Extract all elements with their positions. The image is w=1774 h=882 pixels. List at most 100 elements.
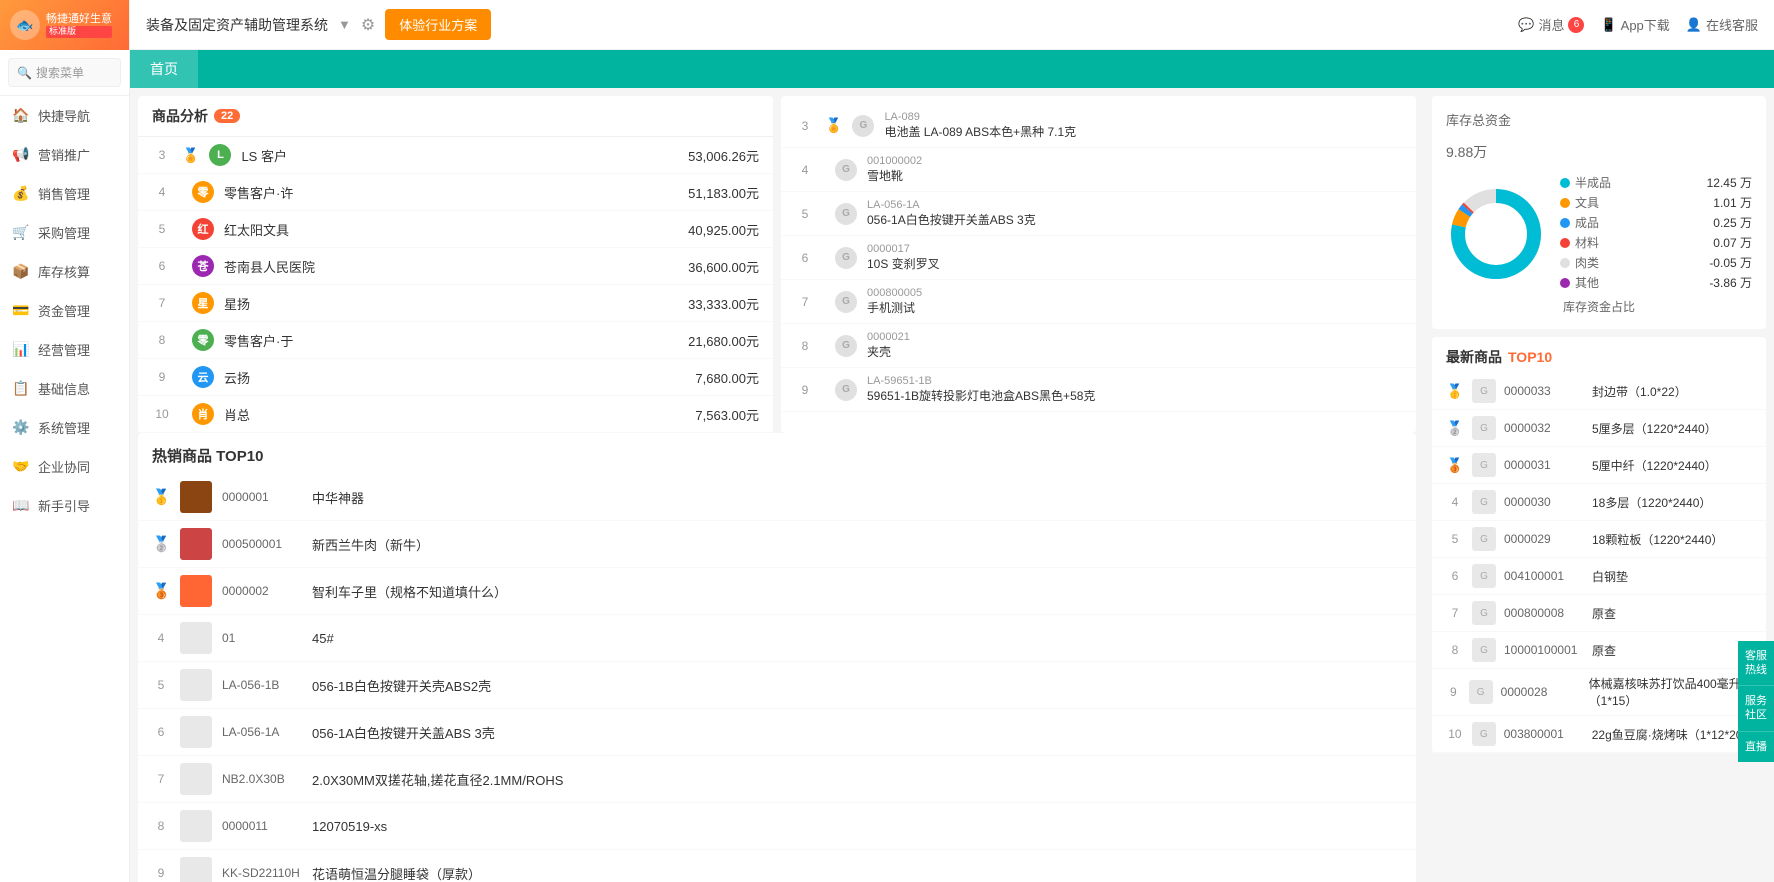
cooperation-icon: 🤝 (12, 458, 30, 475)
product-image (180, 622, 212, 654)
product-image (180, 763, 212, 795)
marketing-icon: 📢 (12, 146, 30, 163)
product-code: 01 (222, 631, 302, 645)
product-image (180, 716, 212, 748)
product-code: NB2.0X30B (222, 772, 302, 786)
product-code: LA-056-1A (222, 725, 302, 739)
sidebar-item-purchase[interactable]: 🛒 采购管理 (0, 213, 129, 252)
rank-number: 3 (795, 119, 815, 133)
rank-number: 6 (152, 725, 170, 739)
message-icon: 💬 (1518, 17, 1534, 33)
new-product-item: 6 G 004100001 白钢垫 (1432, 558, 1766, 595)
avatar: 苍 (192, 255, 214, 277)
avatar: L (209, 144, 231, 166)
new-product-item: 🥈 G 0000032 5厘多层（1220*2440） (1432, 410, 1766, 447)
float-btn-community[interactable]: 服务社区 (1738, 686, 1774, 732)
rank-number: 🥈 (152, 535, 170, 553)
customer-badge: 22 (214, 109, 240, 123)
operations-icon: 📊 (12, 341, 30, 358)
finance-icon: 💳 (12, 302, 30, 319)
rank-number: 4 (152, 185, 172, 199)
product-image (180, 810, 212, 842)
rank-item: 3 🏅 L LS 客户 53,006.26元 (138, 137, 773, 174)
product-img: G (1469, 680, 1493, 704)
float-btn-live[interactable]: 直播 (1738, 732, 1774, 762)
tab-home[interactable]: 首页 (130, 50, 198, 88)
customer-name: LS 客户 (241, 146, 678, 165)
sales-icon: 💰 (12, 185, 30, 202)
rank-item: 7 星 星扬 33,333.00元 (138, 285, 773, 322)
product-image (180, 481, 212, 513)
legend-item: 其他 -3.86 万 (1560, 274, 1752, 291)
product-name: 智利车子里（规格不知道填什么） (312, 582, 507, 601)
settings-icon[interactable]: ⚙ (361, 15, 375, 35)
product-code: 0000033 (1504, 384, 1584, 398)
legend-item: 材料 0.07 万 (1560, 234, 1752, 251)
product-name: 雪地靴 (867, 167, 1402, 184)
product-name: 056-1B白色按键开关壳ABS2壳 (312, 676, 491, 695)
sidebar-item-system[interactable]: ⚙️ 系统管理 (0, 408, 129, 447)
product-image (180, 528, 212, 560)
product-item: 🥈 000500001 新西兰牛肉（新牛） (138, 521, 1416, 568)
legend-value: -0.05 万 (1709, 254, 1752, 271)
product-name: 18多层（1220*2440） (1592, 494, 1711, 511)
search-menu-button[interactable]: 🔍 搜索菜单 (8, 58, 121, 87)
rank-number: 9 (1446, 685, 1461, 699)
product-name: 中华神器 (312, 488, 364, 507)
product-code: 0000011 (222, 819, 302, 833)
product-image (180, 575, 212, 607)
rank-number: 5 (152, 222, 172, 236)
avatar: 肖 (192, 403, 214, 425)
inventory-amount-value: 9.88万 (1446, 133, 1487, 164)
rank-item: 5 红 红太阳文具 40,925.00元 (138, 211, 773, 248)
rank-number: 7 (795, 295, 815, 309)
inventory-chart-label: 库存资金占比 (1446, 298, 1752, 315)
message-item[interactable]: 💬 消息 6 (1518, 15, 1584, 34)
product-item: 5 LA-056-1B 056-1B白色按键开关壳ABS2壳 (138, 662, 1416, 709)
avatar: 云 (192, 366, 214, 388)
chart-section: 半成品 12.45 万 文具 1.01 万 (1446, 174, 1752, 294)
sidebar-item-operations[interactable]: 📊 经营管理 (0, 330, 129, 369)
rank-item: 5 G LA-056-1A 056-1A白色按键开关盖ABS 3克 (781, 192, 1416, 236)
legend-dot (1560, 278, 1570, 288)
sidebar-item-finance[interactable]: 💳 资金管理 (0, 291, 129, 330)
rank-number: 3 (152, 148, 172, 162)
app-download-item[interactable]: 📱 App下载 (1600, 15, 1669, 34)
product-name: 原查 (1592, 642, 1616, 659)
sidebar-item-inventory[interactable]: 📦 库存核算 (0, 252, 129, 291)
rank-number: 9 (152, 866, 170, 880)
product-code: LA-056-1A (867, 199, 1402, 211)
customer-amount: 21,680.00元 (688, 331, 759, 350)
sidebar-nav: 🏠 快捷导航 📢 营销推广 💰 销售管理 🛒 采购管理 📦 库存核算 💳 资金管… (0, 96, 129, 882)
sidebar-item-guide[interactable]: 📖 新手引导 (0, 486, 129, 525)
legend-dot (1560, 218, 1570, 228)
legend-value: -3.86 万 (1709, 274, 1752, 291)
rank-number: 10 (1446, 727, 1464, 741)
avatar: 零 (192, 181, 214, 203)
customer-name: 云扬 (224, 368, 685, 387)
new-products-list: 🥇 G 0000033 封边带（1.0*22） 🥈 G 0000032 5厘多层… (1432, 373, 1766, 753)
new-product-item: 9 G 0000028 体械嘉核味苏打饮品400毫升（1*15） (1432, 669, 1766, 716)
logo-text: 畅捷通好生意 标准版 (46, 12, 112, 38)
middle-section: 商品分析 22 3 🏅 L LS 客户 53,006.26元 (130, 88, 1424, 882)
inventory-icon: 📦 (12, 263, 30, 280)
float-btn-service[interactable]: 客服热线 (1738, 641, 1774, 687)
panel-header-customer: 商品分析 22 (138, 96, 773, 137)
experience-btn[interactable]: 体验行业方案 (385, 9, 491, 40)
sidebar-item-marketing[interactable]: 📢 营销推广 (0, 135, 129, 174)
sidebar-item-sales[interactable]: 💰 销售管理 (0, 174, 129, 213)
sidebar-item-cooperation[interactable]: 🤝 企业协同 (0, 447, 129, 486)
rank-item: 10 肖 肖总 7,563.00元 (138, 396, 773, 433)
product-code: 0000002 (222, 584, 302, 598)
sidebar-item-home[interactable]: 🏠 快捷导航 (0, 96, 129, 135)
version-badge: 标准版 (46, 26, 112, 38)
rank-number: 🥇 (1446, 383, 1464, 400)
online-service-item[interactable]: 👤 在线客服 (1686, 15, 1758, 34)
rank-number: 🥉 (1446, 457, 1464, 474)
sidebar-item-basics[interactable]: 📋 基础信息 (0, 369, 129, 408)
inventory-title: 库存总资金 (1446, 110, 1752, 129)
hot-products-title: 热销商品 TOP10 (152, 448, 263, 465)
dropdown-icon[interactable]: ▼ (338, 17, 351, 32)
right-panel: 库存总资金 9.88万 (1424, 88, 1774, 882)
rank-number: 5 (1446, 532, 1464, 546)
